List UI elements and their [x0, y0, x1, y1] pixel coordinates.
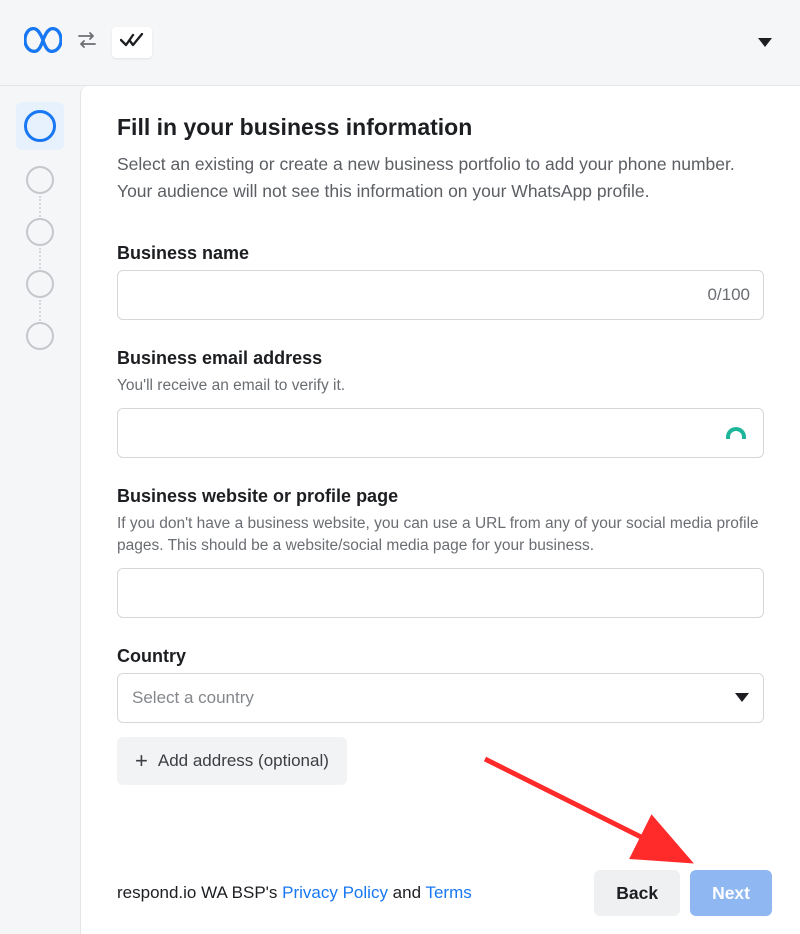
app-header: [0, 0, 800, 86]
field-business-email: Business email address You'll receive an…: [117, 348, 764, 457]
next-button[interactable]: Next: [690, 870, 772, 916]
business-email-input[interactable]: [117, 408, 764, 458]
add-address-button[interactable]: + Add address (optional): [117, 737, 347, 785]
business-name-input[interactable]: [117, 270, 764, 320]
field-business-website: Business website or profile page If you …: [117, 486, 764, 618]
add-address-label: Add address (optional): [158, 751, 329, 771]
terms-link[interactable]: Terms: [425, 883, 471, 902]
chevron-down-icon: [735, 693, 749, 702]
country-label: Country: [117, 646, 764, 667]
privacy-policy-link[interactable]: Privacy Policy: [282, 883, 388, 902]
business-website-input[interactable]: [117, 568, 764, 618]
step-3: [26, 218, 54, 246]
step-1-active: [16, 102, 64, 150]
form-content: Fill in your business information Select…: [80, 86, 800, 934]
business-email-help: You'll receive an email to verify it.: [117, 375, 764, 397]
refresh-icon[interactable]: [76, 30, 98, 55]
step-5: [26, 322, 54, 350]
field-business-name: Business name 0/100: [117, 243, 764, 320]
page-subtitle: Select an existing or create a new busin…: [117, 151, 764, 205]
business-email-label: Business email address: [117, 348, 764, 369]
meta-logo-icon: [24, 27, 62, 58]
policy-prefix: respond.io WA BSP's: [117, 883, 282, 902]
account-dropdown-icon[interactable]: [758, 38, 772, 47]
business-name-label: Business name: [117, 243, 764, 264]
policy-and: and: [388, 883, 426, 902]
country-select[interactable]: Select a country: [117, 673, 764, 723]
form-footer: respond.io WA BSP's Privacy Policy and T…: [117, 870, 772, 916]
step-4: [26, 270, 54, 298]
header-left-icons: [24, 27, 152, 58]
plus-icon: +: [135, 750, 148, 772]
step-2: [26, 166, 54, 194]
policy-text: respond.io WA BSP's Privacy Policy and T…: [117, 883, 472, 903]
wizard-stepper: [0, 86, 80, 934]
business-website-help: If you don't have a business website, yo…: [117, 513, 764, 558]
double-check-icon[interactable]: [112, 27, 152, 58]
page-title: Fill in your business information: [117, 114, 764, 141]
back-button[interactable]: Back: [594, 870, 680, 916]
country-placeholder: Select a country: [132, 688, 254, 708]
business-website-label: Business website or profile page: [117, 486, 764, 507]
field-country: Country Select a country + Add address (…: [117, 646, 764, 785]
